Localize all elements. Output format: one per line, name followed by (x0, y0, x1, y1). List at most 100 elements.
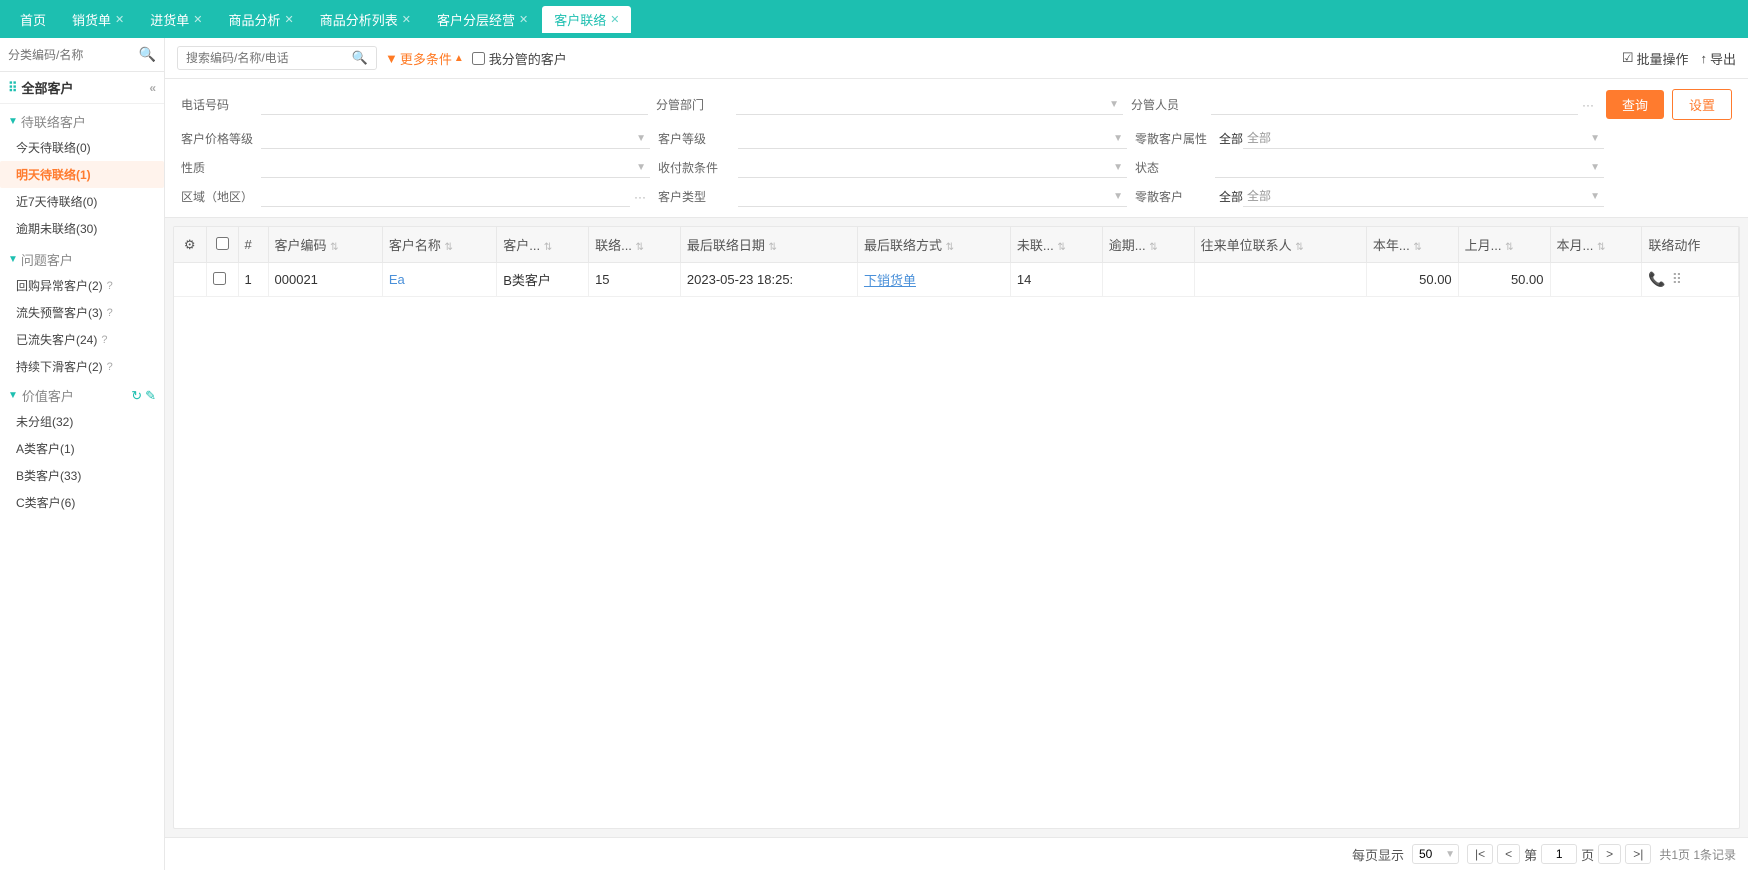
row-checkbox-0[interactable] (213, 272, 226, 285)
filter-select-nature[interactable] (261, 157, 650, 177)
filter-input-phone[interactable] (261, 94, 648, 115)
export-button[interactable]: ↑ 导出 (1700, 49, 1736, 68)
th-last-contact-date[interactable]: 最后联络日期 ⇅ (680, 227, 857, 263)
first-page-button[interactable]: |< (1467, 844, 1493, 864)
nav-tab-3[interactable]: 商品分析列表 ✕ (308, 6, 423, 33)
close-tab-3-icon[interactable]: ✕ (402, 13, 411, 26)
filter-input-manager[interactable] (1211, 94, 1578, 115)
nav-home[interactable]: 首页 (8, 6, 58, 33)
close-tab-1-icon[interactable]: ✕ (193, 13, 202, 26)
td-checkbox-0[interactable] (206, 263, 238, 297)
sidebar-search-icon[interactable]: 🔍 (139, 46, 156, 63)
sort-year-icon[interactable]: ⇅ (1413, 242, 1421, 253)
sidebar-item-tomorrow[interactable]: 明天待联络(1) (0, 161, 164, 188)
sidebar-search-input[interactable] (8, 48, 135, 62)
sidebar-item-class-c[interactable]: C类客户(6) (0, 489, 164, 516)
sidebar-item-today[interactable]: 今天待联络(0) (0, 134, 164, 161)
set-button[interactable]: 设置 (1672, 89, 1732, 120)
sidebar-item-7days[interactable]: 近7天待联络(0) (0, 188, 164, 215)
last-page-button[interactable]: >| (1625, 844, 1651, 864)
sidebar-item-overdue[interactable]: 逾期未联络(30) (0, 215, 164, 242)
th-checkbox[interactable] (206, 227, 238, 263)
query-button[interactable]: 查询 (1606, 90, 1664, 119)
sort-partner-icon[interactable]: ⇅ (1295, 242, 1303, 253)
td-method-0[interactable]: 下销货单 (857, 263, 1010, 297)
refresh-icon[interactable]: ↻ (131, 388, 142, 404)
sidebar-item-abnormal[interactable]: 回购异常客户(2) ? (0, 272, 164, 299)
th-overdue[interactable]: 逾期... ⇅ (1102, 227, 1194, 263)
next-page-button[interactable]: > (1598, 844, 1621, 864)
help-icon-4[interactable]: ? (107, 361, 113, 373)
help-icon-3[interactable]: ? (101, 334, 107, 346)
filter-select-status[interactable] (1215, 157, 1604, 177)
sidebar-item-churn-warn[interactable]: 流失预警客户(3) ? (0, 299, 164, 326)
th-contacts[interactable]: 联络... ⇅ (589, 227, 681, 263)
settings-icon[interactable]: ⚙ (184, 237, 196, 252)
th-name[interactable]: 客户名称 ⇅ (382, 227, 496, 263)
my-customers-check[interactable] (472, 52, 485, 65)
filter-label-retail-cust: 零散客户 (1135, 188, 1215, 205)
per-page-select[interactable]: 10 20 50 100 (1412, 844, 1459, 864)
th-settings[interactable]: ⚙ (174, 227, 206, 263)
close-tab-4-icon[interactable]: ✕ (519, 13, 528, 26)
filter-select-retail-cust[interactable]: 全部 (1243, 186, 1604, 206)
sort-overdue-icon[interactable]: ⇅ (1149, 242, 1157, 253)
filter-select-cust-type[interactable] (738, 186, 1127, 206)
th-code[interactable]: 客户编码 ⇅ (268, 227, 382, 263)
nav-tab-2[interactable]: 商品分析 ✕ (216, 6, 305, 33)
filter-input-region[interactable] (261, 186, 630, 207)
sort-name-icon[interactable]: ⇅ (445, 242, 453, 253)
sort-not-contacted-icon[interactable]: ⇅ (1057, 242, 1065, 253)
filter-select-retail-attr[interactable]: 全部 (1243, 128, 1604, 148)
select-all-checkbox[interactable] (216, 237, 229, 250)
filter-select-dept[interactable] (736, 94, 1123, 114)
filter-select-price[interactable] (261, 128, 650, 148)
th-not-contacted[interactable]: 未联... ⇅ (1010, 227, 1102, 263)
region-dots-icon[interactable]: ··· (630, 190, 650, 204)
sidebar-item-churned[interactable]: 已流失客户(24) ? (0, 326, 164, 353)
edit-icon[interactable]: ✎ (145, 388, 156, 404)
close-tab-2-icon[interactable]: ✕ (285, 13, 294, 26)
sidebar-item-unclassified[interactable]: 未分组(32) (0, 408, 164, 435)
batch-action-button[interactable]: ☑ 批量操作 (1622, 49, 1689, 68)
th-last-contact-method[interactable]: 最后联络方式 ⇅ (857, 227, 1010, 263)
filter-field-retail-cust: 零散客户 全部 全部 ▼ (1135, 186, 1604, 207)
help-icon-1[interactable]: ? (107, 280, 113, 292)
th-partner-contact[interactable]: 往来单位联系人 ⇅ (1194, 227, 1366, 263)
close-tab-5-icon[interactable]: ✕ (610, 13, 619, 26)
page-number-input[interactable] (1541, 844, 1577, 864)
sort-method-icon[interactable]: ⇅ (946, 242, 954, 253)
my-customers-checkbox[interactable]: 我分管的客户 (472, 49, 567, 68)
sidebar-all-customers[interactable]: ⠿ 全部客户 « (0, 72, 164, 104)
filter-label-retail-attr: 零散客户属性 (1135, 130, 1215, 147)
filter-search-input[interactable] (186, 51, 348, 65)
nav-tab-5[interactable]: 客户联络 ✕ (542, 6, 631, 33)
action-more-icon-0[interactable]: ⠿ (1672, 271, 1682, 288)
sort-type-icon[interactable]: ⇅ (544, 242, 552, 253)
nav-tab-4[interactable]: 客户分层经营 ✕ (425, 6, 540, 33)
sort-this-month-icon[interactable]: ⇅ (1597, 242, 1605, 253)
th-this-year[interactable]: 本年... ⇅ (1366, 227, 1458, 263)
sidebar-item-declining[interactable]: 持续下滑客户(2) ? (0, 353, 164, 380)
th-this-month[interactable]: 本月... ⇅ (1550, 227, 1642, 263)
th-last-month[interactable]: 上月... ⇅ (1458, 227, 1550, 263)
help-icon-2[interactable]: ? (107, 307, 113, 319)
td-name-0[interactable]: Ea (382, 263, 496, 297)
filter-select-cust-level[interactable] (738, 128, 1127, 148)
sort-date-icon[interactable]: ⇅ (769, 242, 777, 253)
sort-code-icon[interactable]: ⇅ (330, 242, 338, 253)
filter-search-icon[interactable]: 🔍 (352, 50, 368, 66)
more-conditions-button[interactable]: ▼ 更多条件 ▲ (385, 49, 464, 68)
sort-contacts-icon[interactable]: ⇅ (636, 242, 644, 253)
close-tab-0-icon[interactable]: ✕ (115, 13, 124, 26)
prev-page-button[interactable]: < (1497, 844, 1520, 864)
th-customer-type[interactable]: 客户... ⇅ (497, 227, 589, 263)
sidebar-item-class-b[interactable]: B类客户(33) (0, 462, 164, 489)
nav-tab-0[interactable]: 销货单 ✕ (60, 6, 136, 33)
sort-last-month-icon[interactable]: ⇅ (1505, 242, 1513, 253)
action-phone-icon-0[interactable]: 📞 (1648, 271, 1665, 288)
manager-dots-icon[interactable]: ··· (1578, 98, 1598, 112)
filter-select-payment[interactable] (738, 157, 1127, 177)
nav-tab-1[interactable]: 进货单 ✕ (138, 6, 214, 33)
sidebar-item-class-a[interactable]: A类客户(1) (0, 435, 164, 462)
